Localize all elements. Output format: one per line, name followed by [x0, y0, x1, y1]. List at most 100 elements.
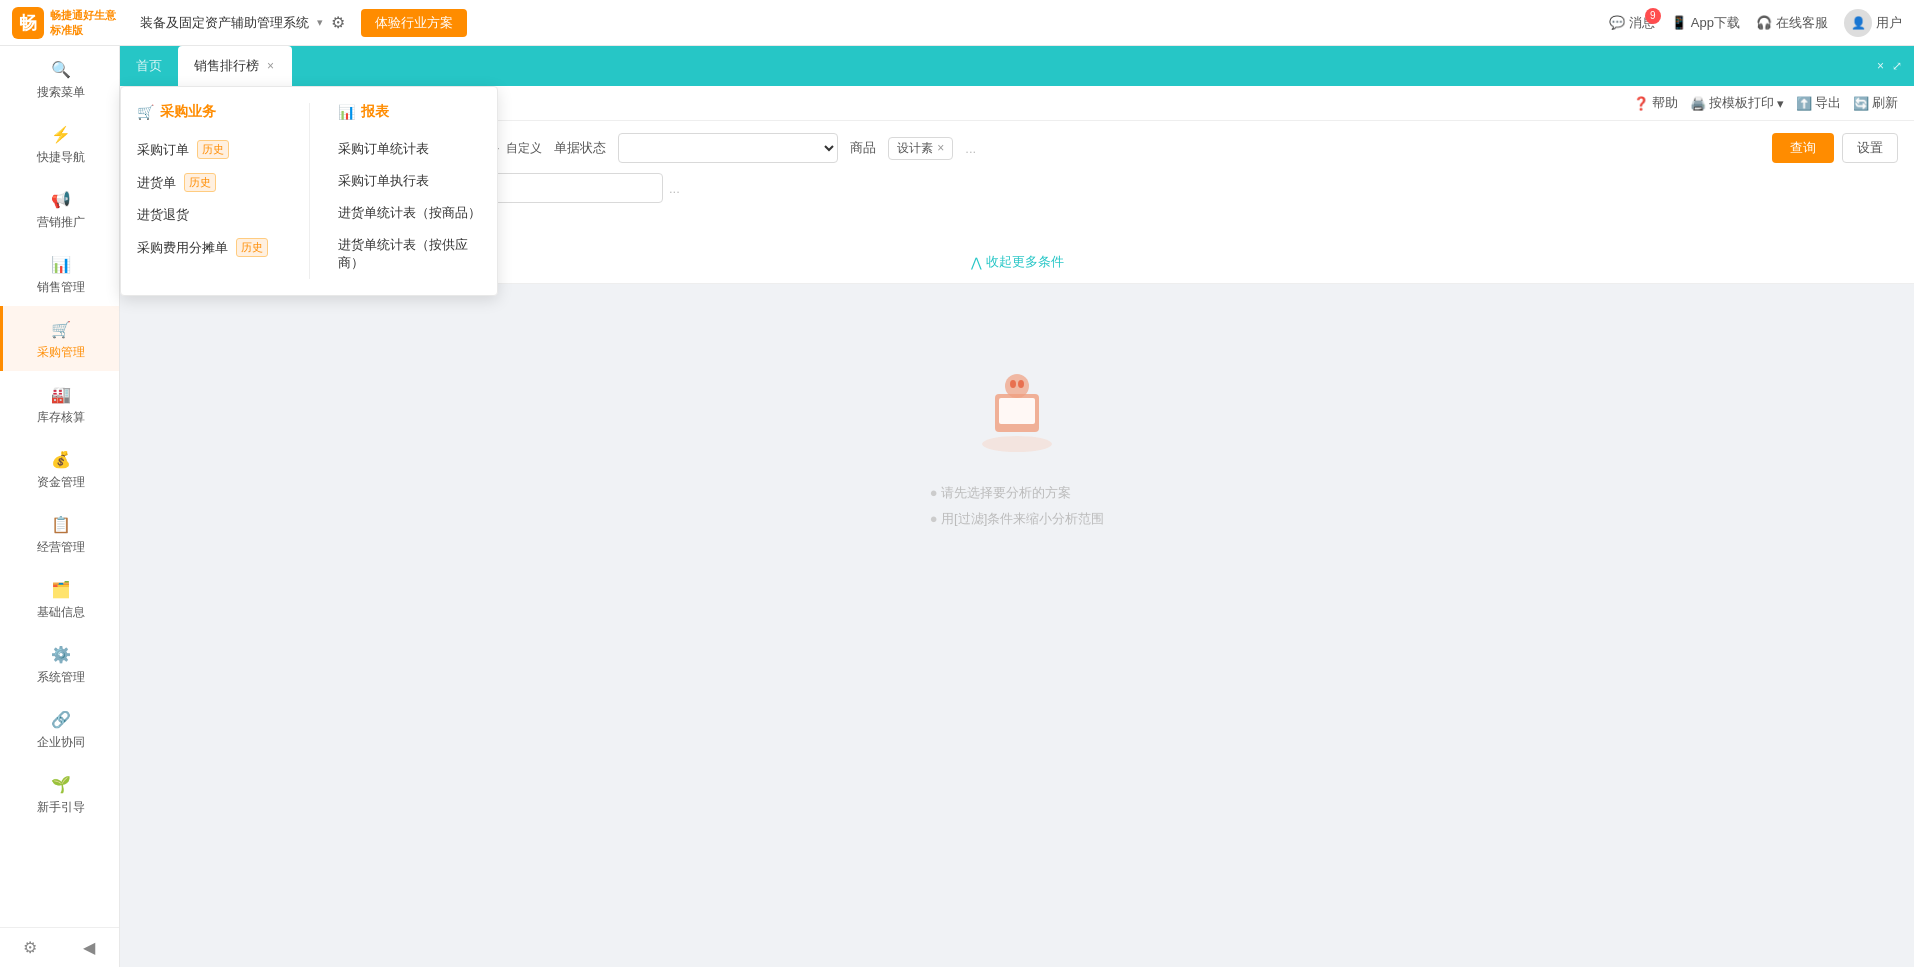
dropdown-item-incoming-supplier-report[interactable]: 进货单统计表（按供应商）	[338, 229, 482, 279]
sidebar-item-marketing[interactable]: 📢 营销推广	[0, 176, 119, 241]
sidebar-label-search: 搜索菜单	[37, 84, 85, 101]
order-status-label: 单据状态	[554, 139, 606, 157]
operation-icon: 📋	[50, 513, 72, 535]
system-title-chevron-icon[interactable]: ▾	[317, 16, 323, 29]
purchase-order-history-badge[interactable]: 历史	[197, 140, 229, 159]
goods-tag-remove-btn[interactable]: ×	[937, 141, 944, 155]
tab-close-btn[interactable]: ×	[265, 57, 276, 75]
incoming-goods-report-label: 进货单统计表（按商品）	[338, 204, 481, 222]
sidebar-item-system[interactable]: ⚙️ 系统管理	[0, 631, 119, 696]
setting-btn[interactable]: 设置	[1842, 133, 1898, 163]
sidebar-item-sales[interactable]: 📊 销售管理	[0, 241, 119, 306]
tab-bar: 首页 销售排行榜 × × ⤢	[120, 46, 1914, 86]
sidebar-item-search[interactable]: 🔍 搜索菜单	[0, 46, 119, 111]
collapse-icon: ⋀	[971, 255, 982, 270]
online-service-btn[interactable]: 🎧 在线客服	[1756, 14, 1828, 32]
staff-more-btn[interactable]: ...	[669, 181, 680, 196]
print-btn[interactable]: 🖨️ 按模板打印 ▾	[1690, 94, 1784, 112]
dropdown-item-expense[interactable]: 采购费用分摊单 历史	[137, 231, 281, 264]
sidebar-label-purchase: 采购管理	[37, 344, 85, 361]
sidebar-label-basic-info: 基础信息	[37, 604, 85, 621]
industry-btn[interactable]: 体验行业方案	[361, 9, 467, 37]
tab-bar-maximize-btn[interactable]: ⤢	[1892, 59, 1902, 73]
message-icon: 💬	[1609, 15, 1625, 30]
sidebar-settings-btn[interactable]: ⚙	[0, 938, 60, 957]
purchase-order-label: 采购订单	[137, 141, 189, 159]
sidebar-label-sales: 销售管理	[37, 279, 85, 296]
sidebar-label-inventory: 库存核算	[37, 409, 85, 426]
tab-bar-right: × ⤢	[1877, 59, 1914, 73]
dropdown-item-return[interactable]: 进货退货	[137, 199, 281, 231]
tab-home-label: 首页	[136, 57, 162, 75]
purchase-order-exec-label: 采购订单执行表	[338, 172, 429, 190]
tab-sales-rank[interactable]: 销售排行榜 ×	[178, 46, 292, 86]
top-right-area: 💬 消息 9 📱 App下载 🎧 在线客服 👤 用户	[1609, 9, 1902, 37]
refresh-btn[interactable]: 🔄 刷新	[1853, 94, 1898, 112]
sidebar-label-finance: 资金管理	[37, 474, 85, 491]
print-chevron-icon: ▾	[1777, 96, 1784, 111]
order-status-select[interactable]	[618, 133, 838, 163]
user-btn[interactable]: 👤 用户	[1844, 9, 1902, 37]
tab-sales-rank-label: 销售排行榜	[194, 57, 259, 75]
print-icon: 🖨️	[1690, 96, 1706, 111]
expense-history-badge[interactable]: 历史	[236, 238, 268, 257]
help-icon: ❓	[1633, 96, 1649, 111]
basic-info-icon: 🗂️	[50, 578, 72, 600]
return-label: 进货退货	[137, 206, 189, 224]
headset-icon: 🎧	[1756, 15, 1772, 30]
dropdown-item-purchase-order[interactable]: 采购订单 历史	[137, 133, 281, 166]
query-btn[interactable]: 查询	[1772, 133, 1834, 163]
sidebar-label-guide: 新手引导	[37, 799, 85, 816]
logo-text: 畅捷通好生意 标准版	[50, 8, 116, 37]
dropdown-item-purchase-order-report[interactable]: 采购订单统计表	[338, 133, 482, 165]
goods-more-btn[interactable]: ...	[965, 141, 976, 156]
goods-tag: 设计素 ×	[888, 137, 953, 160]
system-settings-icon[interactable]: ⚙	[331, 13, 345, 32]
message-badge: 9	[1645, 8, 1661, 24]
sidebar-label-quick-nav: 快捷导航	[37, 149, 85, 166]
message-btn[interactable]: 💬 消息 9	[1609, 14, 1655, 32]
help-btn[interactable]: ❓ 帮助	[1633, 94, 1678, 112]
svg-point-4	[1010, 380, 1016, 388]
sidebar-item-basic-info[interactable]: 🗂️ 基础信息	[0, 566, 119, 631]
incoming-history-badge[interactable]: 历史	[184, 173, 216, 192]
expense-label: 采购费用分摊单	[137, 239, 228, 257]
app-download-btn[interactable]: 📱 App下载	[1671, 14, 1740, 32]
custom-date-btn[interactable]: 自定义	[506, 140, 542, 157]
export-icon: ⬆️	[1796, 96, 1812, 111]
sidebar-item-operation[interactable]: 📋 经营管理	[0, 501, 119, 566]
sidebar-item-guide[interactable]: 🌱 新手引导	[0, 761, 119, 826]
sidebar-item-inventory[interactable]: 🏭 库存核算	[0, 371, 119, 436]
system-title-area: 装备及固定资产辅助管理系统 ▾ ⚙ 体验行业方案	[132, 9, 1609, 37]
sidebar-label-collaboration: 企业协同	[37, 734, 85, 751]
dropdown-item-incoming-goods-report[interactable]: 进货单统计表（按商品）	[338, 197, 482, 229]
sidebar-bottom: ⚙ ◀	[0, 927, 119, 967]
empty-tips: 请先选择要分析的方案 用[过滤]条件来缩小分析范围	[930, 480, 1105, 532]
dropdown-col-report: 📊 报表 采购订单统计表 采购订单执行表 进货单统计表（按商品） 进货单统计表（…	[338, 103, 482, 279]
search-icon: 🔍	[50, 58, 72, 80]
goods-tag-text: 设计素	[897, 140, 933, 157]
purchase-dropdown-menu: 🛒 采购业务 采购订单 历史 进货单 历史 进货退货 采购费用分摊单 历史 📊 …	[120, 86, 498, 296]
report-icon: 📊	[338, 104, 355, 120]
dropdown-item-purchase-order-exec[interactable]: 采购订单执行表	[338, 165, 482, 197]
avatar: 👤	[1844, 9, 1872, 37]
sidebar-label-system: 系统管理	[37, 669, 85, 686]
sidebar-item-finance[interactable]: 💰 资金管理	[0, 436, 119, 501]
purchase-business-icon: 🛒	[137, 104, 154, 120]
dropdown-col-title-report: 📊 报表	[338, 103, 482, 121]
sidebar-item-quick-nav[interactable]: ⚡ 快捷导航	[0, 111, 119, 176]
tab-home[interactable]: 首页	[120, 46, 178, 86]
guide-icon: 🌱	[50, 773, 72, 795]
refresh-icon: 🔄	[1853, 96, 1869, 111]
system-icon: ⚙️	[50, 643, 72, 665]
sidebar-collapse-btn[interactable]: ◀	[60, 938, 120, 957]
quick-nav-icon: ⚡	[50, 123, 72, 145]
sidebar-item-purchase[interactable]: 🛒 采购管理	[0, 306, 119, 371]
staff-input[interactable]	[483, 173, 663, 203]
tab-bar-close-btn[interactable]: ×	[1877, 59, 1884, 73]
dropdown-item-incoming[interactable]: 进货单 历史	[137, 166, 281, 199]
logo-icon: 畅	[12, 7, 44, 39]
export-btn[interactable]: ⬆️ 导出	[1796, 94, 1841, 112]
sidebar-item-collaboration[interactable]: 🔗 企业协同	[0, 696, 119, 761]
collapse-btn[interactable]: ⋀ 收起更多条件	[971, 253, 1064, 271]
